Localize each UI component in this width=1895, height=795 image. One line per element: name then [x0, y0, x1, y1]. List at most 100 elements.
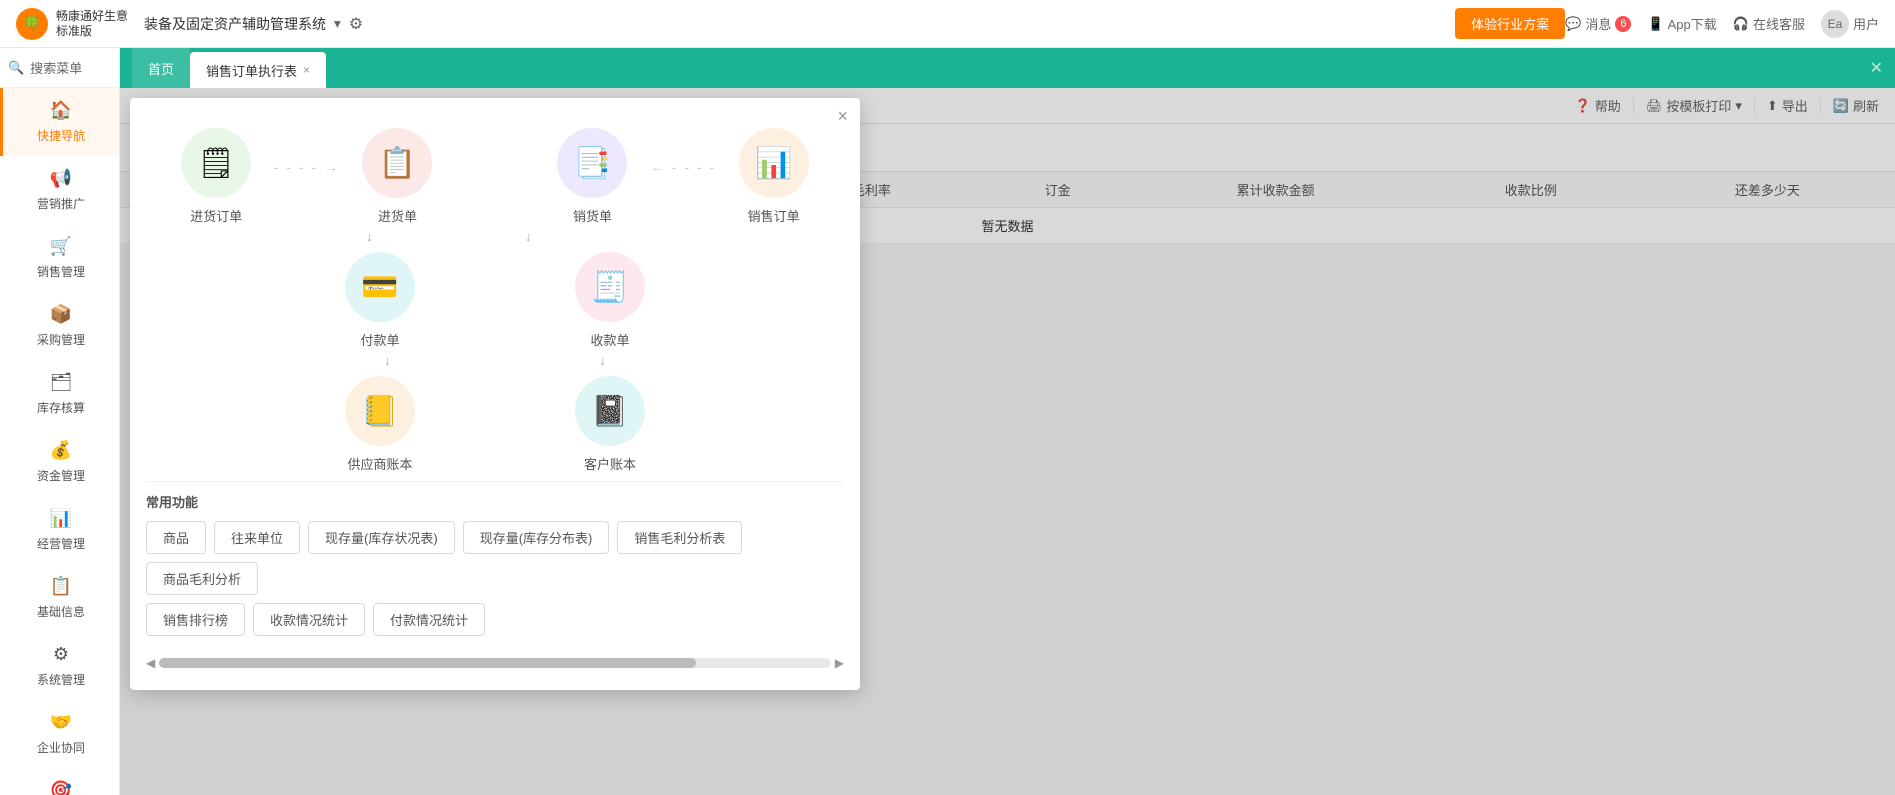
sales-order-circle: 📊 [739, 128, 809, 198]
tab-home[interactable]: 首页 [132, 48, 190, 88]
online-service-btn[interactable]: 🎧 在线客服 [1733, 14, 1805, 33]
arrow-down-purchase-bill: ↓ [366, 229, 373, 244]
payment-circle: 💳 [345, 252, 415, 322]
func-btn-stock-status[interactable]: 现存量(库存状况表) [308, 521, 455, 554]
sidebar-item-label: 营销推广 [37, 195, 85, 212]
message-btn[interactable]: 💬 消息 6 [1565, 14, 1631, 33]
logo-icon: 🍀 [16, 8, 48, 40]
func-btn-product[interactable]: 商品 [146, 521, 206, 554]
sidebar-item-basic-info[interactable]: 📋 基础信息 [0, 564, 119, 632]
enterprise-icon: 🤝 [50, 712, 72, 733]
payment-label: 付款单 [360, 330, 399, 349]
sidebar-item-enterprise[interactable]: 🤝 企业协同 [0, 700, 119, 768]
content-area: ❓ 帮助 🖨 按模板打印 ▾ ⬆ 导出 🔄 刷新 📅 — [120, 88, 1895, 795]
arrow-down-payment: ↓ [384, 353, 391, 368]
purchase-order-circle: 🗒 [181, 128, 251, 198]
operation-icon: 📊 [50, 508, 72, 529]
system-icon: ⚙ [53, 644, 69, 665]
sidebar-item-quick-nav[interactable]: 🏠 快捷导航 [0, 88, 119, 156]
marketing-icon: 📢 [50, 168, 72, 189]
tab-sales-order-exec[interactable]: 销售订单执行表 × [190, 52, 326, 88]
flow-node-supplier-account[interactable]: 📒 供应商账本 [345, 376, 415, 473]
user-area[interactable]: Ea 用户 [1821, 10, 1879, 38]
basic-info-icon: 📋 [50, 576, 72, 597]
sidebar-item-marketing[interactable]: 📢 营销推广 [0, 156, 119, 224]
arrow-down-sales-bill: ↓ [525, 229, 532, 244]
customer-account-circle: 📓 [575, 376, 645, 446]
settings-btn[interactable]: ⚙ [349, 14, 363, 34]
tab-close-btn[interactable]: × [303, 63, 310, 77]
sidebar-item-sales[interactable]: 🛒 销售管理 [0, 224, 119, 292]
purchase-bill-circle: 📋 [362, 128, 432, 198]
search-icon: 🔍 [8, 60, 24, 76]
scroll-track[interactable] [159, 658, 831, 668]
flow-node-customer-account[interactable]: 📓 客户账本 [575, 376, 645, 473]
inventory-icon: 🗂 [50, 372, 73, 393]
sales-order-label: 销售订单 [748, 206, 800, 225]
customer-account-label: 客户账本 [584, 454, 636, 473]
func-btn-sales-gross[interactable]: 销售毛利分析表 [617, 521, 742, 554]
sidebar-item-guide[interactable]: 🎯 新手引导 [0, 768, 119, 795]
supplier-account-circle: 📒 [345, 376, 415, 446]
close-all-tabs-btn[interactable]: ✕ [1870, 58, 1883, 78]
flow-node-purchase-order[interactable]: 🗒 进货订单 [181, 128, 251, 225]
supplier-account-icon: 📒 [361, 394, 398, 429]
sales-icon: 🛒 [50, 236, 72, 257]
finance-icon: 💰 [50, 440, 72, 461]
logo-area: 🍀 畅康通好生意 标准版 [16, 8, 136, 40]
header-right: 💬 消息 6 📱 App下载 🎧 在线客服 Ea 用户 [1565, 10, 1879, 38]
receipt-label: 收款单 [590, 330, 629, 349]
purchase-order-label: 进货订单 [190, 206, 242, 225]
headset-icon: 🎧 [1733, 16, 1749, 32]
system-dropdown-btn[interactable]: ▾ [334, 16, 341, 32]
sidebar-item-label: 采购管理 [37, 331, 85, 348]
func-btn-product-gross[interactable]: 商品毛利分析 [146, 562, 258, 595]
sidebar-item-inventory[interactable]: 🗂 库存核算 [0, 360, 119, 428]
flow-node-purchase-bill[interactable]: 📋 进货单 [362, 128, 432, 225]
arrow-down-receipt: ↓ [599, 353, 606, 368]
func-btn-partner[interactable]: 往来单位 [214, 521, 300, 554]
sidebar-item-label: 销售管理 [37, 263, 85, 280]
sidebar-item-label: 基础信息 [37, 603, 85, 620]
flow-node-sales-bill[interactable]: 📑 销货单 [557, 128, 627, 225]
receipt-circle: 🧾 [575, 252, 645, 322]
purchase-bill-icon: 📋 [379, 146, 416, 181]
dialog-overlay: × 🗒 进货订单 - - - - → [120, 88, 1895, 795]
scroll-right-btn[interactable]: ▶ [835, 656, 844, 670]
main-content: 首页 销售订单执行表 × ✕ ❓ 帮助 🖨 按模板打印 ▾ ⬆ 导出 [120, 48, 1895, 795]
flow-node-sales-order[interactable]: 📊 销售订单 [739, 128, 809, 225]
func-buttons-row1: 商品 往来单位 现存量(库存状况表) 现存量(库存分布表) 销售毛利分析表 商品… [146, 521, 844, 595]
sidebar-item-purchase[interactable]: 📦 采购管理 [0, 292, 119, 360]
sidebar-item-system[interactable]: ⚙ 系统管理 [0, 632, 119, 700]
func-btn-stock-dist[interactable]: 现存量(库存分布表) [463, 521, 610, 554]
app-download-btn[interactable]: 📱 App下载 [1647, 14, 1716, 33]
sidebar-item-label: 库存核算 [37, 399, 85, 416]
system-title-area: 装备及固定资产辅助管理系统 ▾ ⚙ [144, 14, 1455, 34]
top-header: 🍀 畅康通好生意 标准版 装备及固定资产辅助管理系统 ▾ ⚙ 体验行业方案 💬 … [0, 0, 1895, 48]
sidebar-item-label: 资金管理 [37, 467, 85, 484]
sales-order-icon: 📊 [755, 146, 792, 181]
common-functions-section: 常用功能 商品 往来单位 现存量(库存状况表) 现存量(库存分布表) 销售毛利分… [130, 473, 860, 652]
common-functions-title: 常用功能 [146, 492, 844, 511]
logo-text: 畅康通好生意 标准版 [56, 9, 128, 38]
scroll-left-btn[interactable]: ◀ [146, 656, 155, 670]
flow-node-payment[interactable]: 💳 付款单 [345, 252, 415, 349]
sidebar-item-finance[interactable]: 💰 资金管理 [0, 428, 119, 496]
sidebar-item-label: 快捷导航 [37, 127, 85, 144]
func-btn-sales-rank[interactable]: 销售排行榜 [146, 603, 245, 636]
receipt-icon: 🧾 [591, 270, 628, 305]
purchase-order-icon: 🗒 [197, 146, 235, 181]
flow-node-receipt[interactable]: 🧾 收款单 [575, 252, 645, 349]
sidebar: 🔍 搜索菜单 🏠 快捷导航 📢 营销推广 🛒 销售管理 📦 采购管理 🗂 库存核… [0, 48, 120, 795]
sidebar-item-label: 企业协同 [37, 739, 85, 756]
trial-btn[interactable]: 体验行业方案 [1455, 8, 1565, 39]
dialog-scroll-area: ◀ ▶ [130, 652, 860, 674]
func-btn-receipt-stats[interactable]: 收款情况统计 [253, 603, 365, 636]
search-menu-btn[interactable]: 🔍 搜索菜单 [0, 48, 119, 88]
message-icon: 💬 [1565, 16, 1581, 32]
scroll-thumb [159, 658, 696, 668]
guide-icon: 🎯 [50, 780, 72, 795]
func-btn-payment-stats[interactable]: 付款情况统计 [373, 603, 485, 636]
system-title-text: 装备及固定资产辅助管理系统 [144, 14, 326, 34]
sidebar-item-operation[interactable]: 📊 经营管理 [0, 496, 119, 564]
